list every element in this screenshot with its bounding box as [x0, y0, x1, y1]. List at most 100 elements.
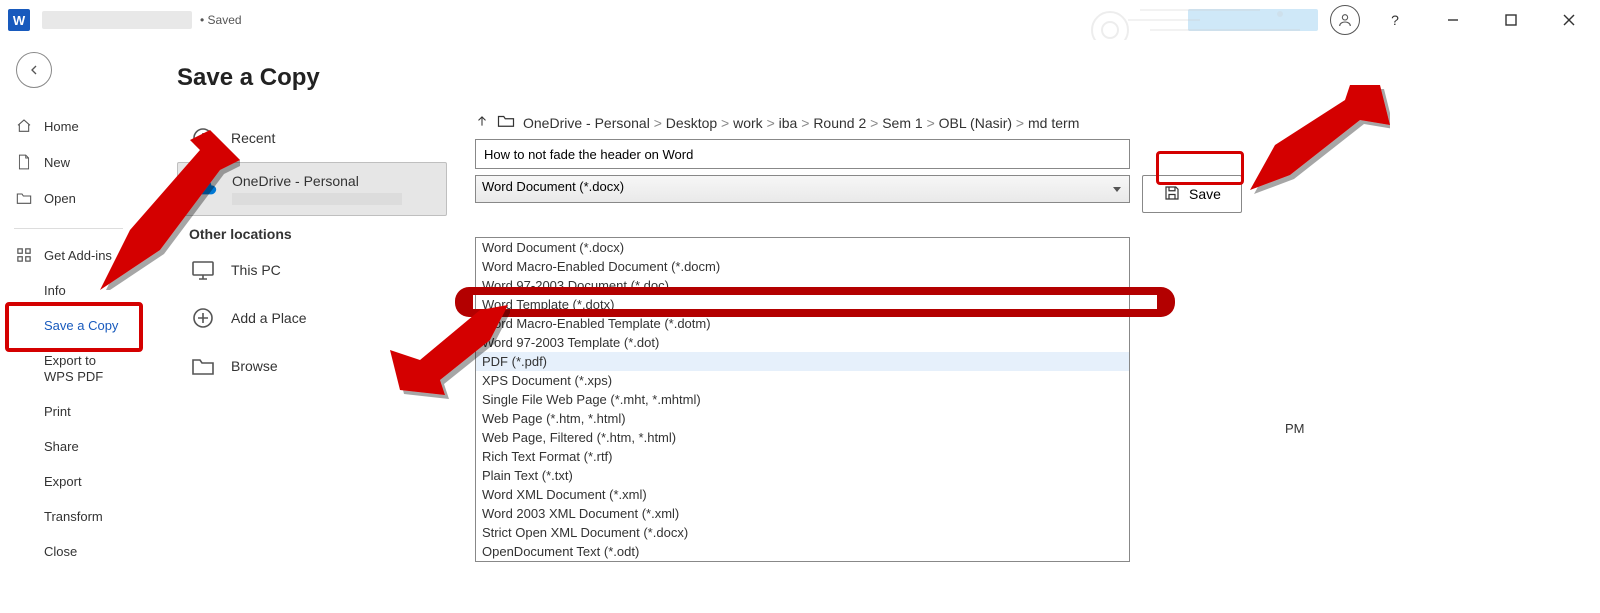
breadcrumb: OneDrive - Personal > Desktop > work > i…: [475, 114, 1235, 131]
add-place-icon: [189, 304, 217, 332]
onedrive-email-redacted: [232, 193, 402, 205]
nav-label: Info: [44, 283, 66, 298]
location-onedrive-personal[interactable]: OneDrive - Personal: [177, 162, 447, 216]
left-nav: Home New Open Get Add-ins Info Save a Co…: [0, 40, 137, 613]
nav-get-addins[interactable]: Get Add-ins: [0, 237, 137, 273]
location-add-place[interactable]: Add a Place: [177, 294, 447, 342]
nav-label: Export to WPS PDF: [44, 353, 121, 384]
location-label: Recent: [231, 130, 275, 146]
nav-transform[interactable]: Transform: [0, 499, 137, 534]
file-format-option[interactable]: Word 97-2003 Document (*.doc): [476, 276, 1129, 295]
breadcrumb-segment[interactable]: OBL (Nasir): [939, 115, 1012, 131]
nav-close[interactable]: Close: [0, 534, 137, 569]
nav-export-wps-pdf[interactable]: Export to WPS PDF: [0, 343, 137, 394]
location-browse[interactable]: Browse: [177, 342, 447, 390]
file-format-option[interactable]: Plain Text (*.txt): [476, 466, 1129, 485]
breadcrumb-segment[interactable]: Desktop: [666, 115, 717, 131]
nav-new[interactable]: New: [0, 144, 137, 180]
breadcrumb-segment[interactable]: OneDrive - Personal: [523, 115, 650, 131]
save-form: OneDrive - Personal > Desktop > work > i…: [475, 114, 1235, 390]
file-format-option[interactable]: Single File Web Page (*.mht, *.mhtml): [476, 390, 1129, 409]
file-format-option[interactable]: Web Page, Filtered (*.htm, *.html): [476, 428, 1129, 447]
file-format-dropdown: Word Document (*.docx)Word Macro-Enabled…: [475, 237, 1130, 562]
document-name-redacted: [42, 11, 192, 29]
breadcrumb-segment[interactable]: work: [733, 115, 763, 131]
save-button[interactable]: Save: [1142, 175, 1242, 213]
up-arrow-icon[interactable]: [475, 114, 489, 131]
file-format-option[interactable]: Word Macro-Enabled Template (*.dotm): [476, 314, 1129, 333]
breadcrumb-segment[interactable]: Sem 1: [882, 115, 922, 131]
file-format-option[interactable]: Word Template (*.dotx): [476, 295, 1129, 314]
nav-export[interactable]: Export: [0, 464, 137, 499]
file-format-option[interactable]: Word XML Document (*.xml): [476, 485, 1129, 504]
file-format-option[interactable]: Word Document (*.docx): [476, 238, 1129, 257]
save-status: • Saved: [200, 13, 242, 27]
breadcrumb-segment[interactable]: Round 2: [813, 115, 866, 131]
breadcrumb-segment[interactable]: md term: [1028, 115, 1079, 131]
file-format-option[interactable]: Rich Text Format (*.rtf): [476, 447, 1129, 466]
account-icon[interactable]: [1330, 5, 1360, 35]
close-window-button[interactable]: [1546, 5, 1592, 35]
other-locations-label: Other locations: [189, 226, 447, 242]
browse-folder-icon: [189, 352, 217, 380]
chevron-right-icon: >: [717, 115, 733, 131]
user-name-redacted: [1188, 9, 1318, 31]
nav-save-a-copy[interactable]: Save a Copy: [0, 308, 137, 343]
nav-label: Transform: [44, 509, 103, 524]
open-folder-icon: [16, 190, 32, 206]
chevron-right-icon: >: [797, 115, 813, 131]
filename-input[interactable]: [475, 139, 1130, 169]
save-button-label: Save: [1189, 186, 1221, 202]
home-icon: [16, 118, 32, 134]
chevron-right-icon: >: [763, 115, 779, 131]
page-title: Save a Copy: [177, 64, 1560, 92]
location-label: OneDrive - Personal: [232, 173, 402, 189]
file-format-option[interactable]: XPS Document (*.xps): [476, 371, 1129, 390]
file-format-option[interactable]: Web Page (*.htm, *.html): [476, 409, 1129, 428]
nav-info[interactable]: Info: [0, 273, 137, 308]
nav-label: Export: [44, 474, 82, 489]
chevron-right-icon: >: [650, 115, 666, 131]
nav-open[interactable]: Open: [0, 180, 137, 216]
maximize-button[interactable]: [1488, 5, 1534, 35]
nav-share[interactable]: Share: [0, 429, 137, 464]
save-icon: [1163, 184, 1181, 205]
nav-home[interactable]: Home: [0, 108, 137, 144]
location-label: Add a Place: [231, 310, 307, 326]
file-format-option[interactable]: Word Macro-Enabled Document (*.docm): [476, 257, 1129, 276]
minimize-button[interactable]: [1430, 5, 1476, 35]
location-label: Browse: [231, 358, 278, 374]
nav-label: Share: [44, 439, 79, 454]
file-format-option[interactable]: Word 2003 XML Document (*.xml): [476, 504, 1129, 523]
word-app-icon: W: [8, 9, 30, 31]
file-format-option[interactable]: Strict Open XML Document (*.docx): [476, 523, 1129, 542]
nav-label: New: [44, 155, 70, 170]
recent-icon: [189, 124, 217, 152]
main-area: Save a Copy Recent OneDrive - Personal O…: [137, 40, 1600, 613]
location-this-pc[interactable]: This PC: [177, 246, 447, 294]
folder-icon: [497, 114, 515, 131]
file-format-selected: Word Document (*.docx): [482, 179, 624, 194]
file-format-select[interactable]: Word Document (*.docx): [475, 175, 1130, 203]
chevron-right-icon: >: [923, 115, 939, 131]
breadcrumb-segment[interactable]: iba: [779, 115, 798, 131]
location-recent[interactable]: Recent: [177, 114, 447, 162]
back-button[interactable]: [16, 52, 52, 88]
onedrive-icon: [190, 173, 218, 201]
file-format-option[interactable]: OpenDocument Text (*.odt): [476, 542, 1129, 561]
file-time-suffix: PM: [1285, 421, 1305, 436]
chevron-right-icon: >: [1012, 115, 1028, 131]
chevron-right-icon: >: [866, 115, 882, 131]
nav-label: Open: [44, 191, 76, 206]
file-format-option[interactable]: PDF (*.pdf): [476, 352, 1129, 371]
location-label: This PC: [231, 262, 281, 278]
breadcrumb-path: OneDrive - Personal > Desktop > work > i…: [523, 115, 1079, 131]
nav-label: Get Add-ins: [44, 248, 112, 263]
nav-label: Print: [44, 404, 71, 419]
nav-label: Home: [44, 119, 79, 134]
backstage: Home New Open Get Add-ins Info Save a Co…: [0, 40, 1600, 613]
file-format-option[interactable]: Word 97-2003 Template (*.dot): [476, 333, 1129, 352]
nav-print[interactable]: Print: [0, 394, 137, 429]
this-pc-icon: [189, 256, 217, 284]
help-icon[interactable]: ?: [1372, 5, 1418, 35]
